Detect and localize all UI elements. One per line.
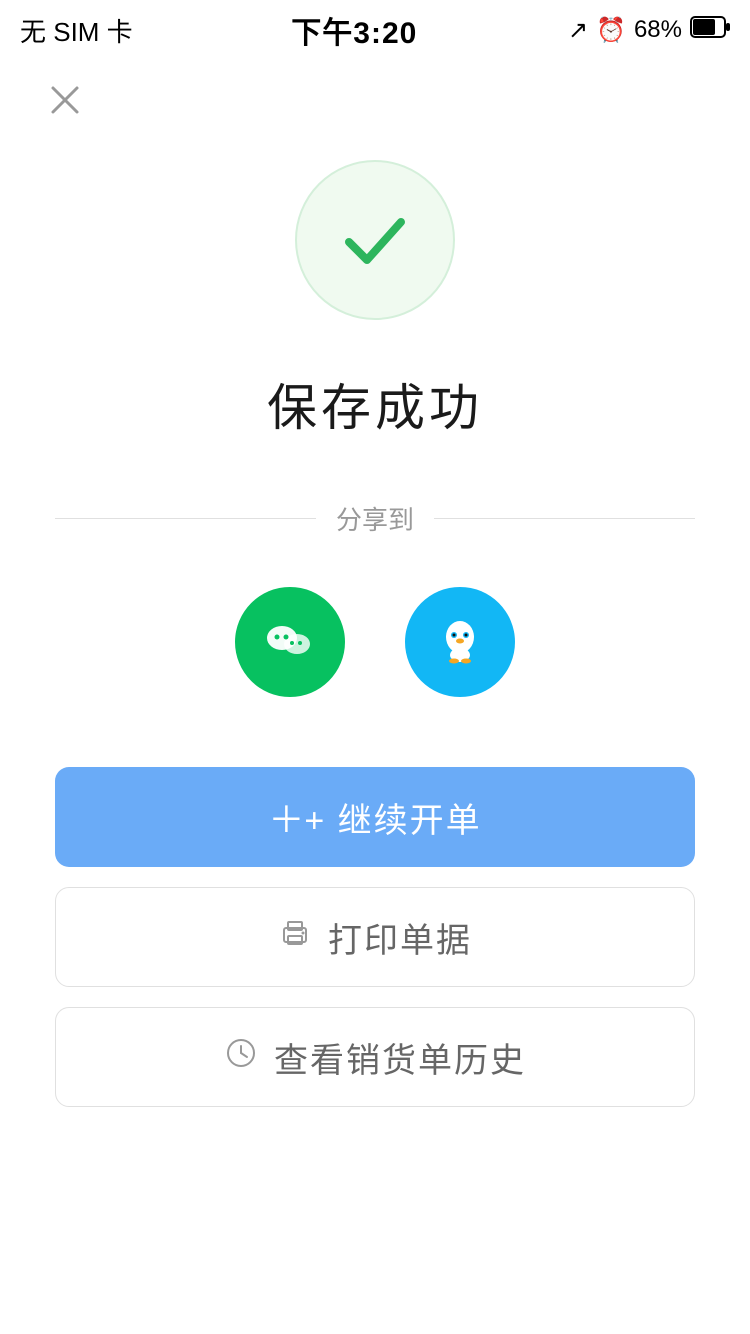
alarm-icon: ⏰ [596,16,626,45]
action-buttons: ＋ + 继续开单 打印单据 [55,767,695,1107]
close-button[interactable] [40,75,90,125]
continue-button[interactable]: ＋ + 继续开单 [55,767,695,867]
qq-share-button[interactable] [405,587,515,697]
history-icon [224,1036,258,1079]
divider-right [434,518,695,519]
battery-percent: 68% [634,16,682,44]
print-label: 打印单据 [328,913,472,962]
history-button[interactable]: 查看销货单历史 [55,1007,695,1107]
wechat-share-button[interactable] [235,587,345,697]
status-left: 无 SIM 卡 [20,12,141,49]
status-bar: 无 SIM 卡 下午3:20 ↗ ⏰ 68% [0,0,750,60]
history-label: 查看销货单历史 [274,1033,526,1082]
status-time: 下午3:20 [291,8,417,52]
status-right: ↗ ⏰ 68% [568,16,730,45]
share-label: 分享到 [336,500,414,537]
main-content: 保存成功 分享到 [0,60,750,1107]
success-title: 保存成功 [267,368,483,440]
success-circle [295,160,455,320]
location-icon: ↗ [568,16,588,45]
battery-icon [690,16,730,45]
no-sim-label: 无 SIM 卡 [20,12,133,49]
continue-label: + 继续开单 [304,793,481,842]
plus-icon: ＋ [268,791,306,843]
divider-left [55,518,316,519]
printer-icon [278,916,312,959]
print-button[interactable]: 打印单据 [55,887,695,987]
share-divider: 分享到 [55,500,695,537]
share-icons-row [235,587,515,697]
